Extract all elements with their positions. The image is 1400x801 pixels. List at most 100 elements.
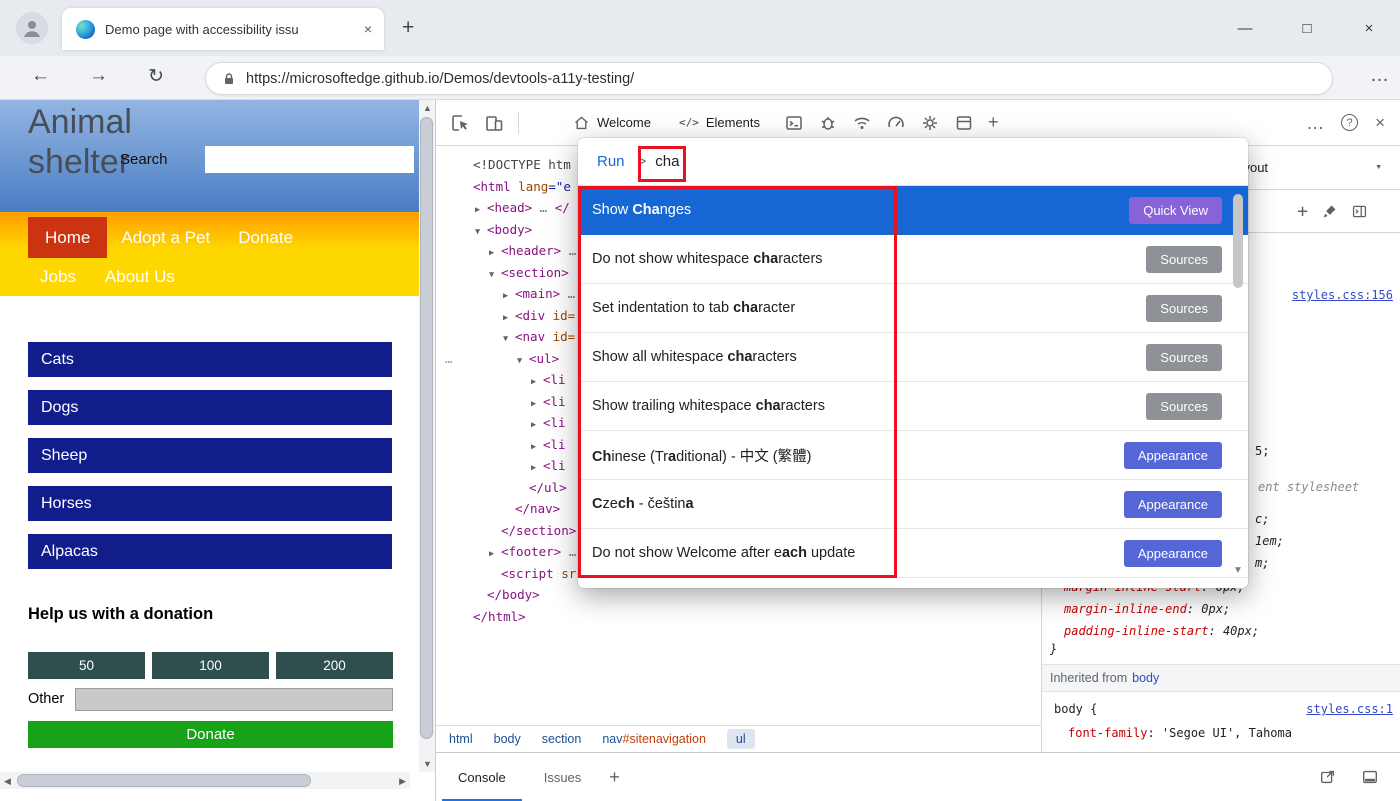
amount-button-50[interactable]: 50 (28, 652, 145, 679)
donate-button[interactable]: Donate (28, 721, 393, 748)
command-item[interactable]: Show all whitespace charactersSources (578, 333, 1248, 382)
toggle-sidebar-icon[interactable] (1351, 203, 1368, 220)
command-query-text[interactable]: cha (655, 153, 679, 170)
command-menu-scrollbar[interactable]: ▼ (1233, 186, 1243, 578)
command-item[interactable]: Show ChangesQuick View (578, 186, 1248, 235)
breadcrumb-item-nav[interactable]: nav#sitenavigation (602, 732, 706, 746)
browser-tab[interactable]: Demo page with accessibility issu × (62, 8, 384, 50)
command-item-label: Show Changes (592, 202, 1129, 218)
drawer-tab-console[interactable]: Console (442, 753, 522, 801)
scroll-up-icon[interactable]: ▲ (423, 103, 432, 113)
stylesheet-link-156[interactable]: styles.css:156 (1292, 288, 1393, 302)
command-item[interactable]: Show trailing whitespace charactersSourc… (578, 382, 1248, 431)
close-devtools-icon[interactable]: × (1375, 113, 1385, 133)
command-item[interactable]: Czech - češtinaAppearance (578, 480, 1248, 529)
category-sheep[interactable]: Sheep (28, 438, 392, 473)
help-icon[interactable]: ? (1341, 114, 1358, 131)
command-badge-appearance: Appearance (1124, 442, 1222, 469)
scroll-left-icon[interactable]: ◀ (4, 776, 11, 787)
browser-navbar: ← → ↻ https://microsoftedge.github.io/De… (0, 56, 1400, 100)
donation-amounts: 50 100 200 (28, 652, 393, 679)
forward-button[interactable]: → (89, 65, 108, 87)
node-menu-dots-icon[interactable]: … (445, 348, 453, 370)
close-window-button[interactable]: × (1338, 0, 1400, 56)
css-fragment-b: c; (1255, 512, 1269, 526)
category-dogs[interactable]: Dogs (28, 390, 392, 425)
command-badge-appearance: Appearance (1124, 540, 1222, 567)
nav-item-donate[interactable]: Donate (224, 217, 307, 258)
address-bar[interactable]: https://microsoftedge.github.io/Demos/de… (205, 62, 1333, 95)
css-fragment-a: 5; (1255, 444, 1269, 458)
command-badge-appearance: Appearance (1124, 491, 1222, 518)
scroll-down-icon[interactable]: ▼ (423, 759, 432, 769)
profile-avatar[interactable] (16, 12, 48, 44)
body-rule-property: font-family: 'Segoe UI', Tahoma (1068, 726, 1292, 740)
element-breadcrumb: html body section nav#sitenavigation ul (436, 725, 1041, 752)
amount-button-100[interactable]: 100 (152, 652, 269, 679)
dock-bottom-icon[interactable] (1361, 768, 1379, 786)
application-panel-icon[interactable] (954, 113, 974, 133)
network-panel-icon[interactable] (852, 113, 872, 133)
nav-item-jobs[interactable]: Jobs (40, 264, 76, 290)
inspect-element-icon[interactable] (450, 113, 470, 133)
bug-panel-icon[interactable] (818, 113, 838, 133)
command-item[interactable]: Set indentation to tab characterSources (578, 284, 1248, 333)
inherited-node-link[interactable]: body (1132, 671, 1159, 685)
category-horses[interactable]: Horses (28, 486, 392, 521)
command-item[interactable]: Do not show Welcome after each updateApp… (578, 529, 1248, 578)
search-input[interactable] (205, 146, 414, 173)
command-item-label: Show all whitespace characters (592, 349, 1146, 365)
maximize-button[interactable]: □ (1276, 0, 1338, 56)
page-vertical-scrollbar[interactable]: ▲ ▼ (419, 100, 435, 772)
url-text: https://microsoftedge.github.io/Demos/de… (246, 71, 634, 87)
nav-item-about-us[interactable]: About Us (105, 264, 175, 290)
vertical-scroll-thumb[interactable] (420, 117, 433, 739)
command-item-label: Show trailing whitespace characters (592, 398, 1146, 414)
minimize-button[interactable]: — (1214, 0, 1276, 56)
breadcrumb-item-ul[interactable]: ul (727, 729, 755, 749)
browser-menu-icon[interactable]: … (1370, 65, 1390, 87)
devtools-menu-icon[interactable]: … (1306, 118, 1324, 128)
other-amount-input[interactable] (75, 688, 393, 711)
drawer-more-tabs-button[interactable]: + (609, 767, 620, 788)
horizontal-scroll-thumb[interactable] (17, 774, 311, 787)
code-icon: </> (679, 116, 699, 129)
chevron-down-icon[interactable]: ▾ (1375, 160, 1382, 173)
breadcrumb-item-html[interactable]: html (449, 732, 473, 746)
command-menu-header[interactable]: Run > cha (578, 138, 1248, 186)
breadcrumb-item-section[interactable]: section (542, 732, 582, 746)
breadcrumb-item-body[interactable]: body (494, 732, 521, 746)
devtools-controls: … ? × (1306, 113, 1400, 133)
command-menu: Run > cha Show ChangesQuick ViewDo not s… (578, 138, 1248, 588)
scroll-right-icon[interactable]: ▶ (399, 776, 406, 787)
category-alpacas[interactable]: Alpacas (28, 534, 392, 569)
stylesheet-link-1[interactable]: styles.css:1 (1306, 702, 1393, 716)
command-item[interactable]: Do not show whitespace charactersSources (578, 235, 1248, 284)
dom-tree-node[interactable]: </html> (436, 606, 1041, 628)
drawer-tab-issues[interactable]: Issues (528, 753, 598, 801)
page-horizontal-scrollbar[interactable]: ◀ ▶ (0, 772, 410, 789)
other-label: Other (28, 691, 64, 707)
back-button[interactable]: ← (31, 65, 50, 87)
tab-close-icon[interactable]: × (364, 21, 372, 37)
more-tabs-button[interactable]: + (988, 112, 999, 133)
home-icon (573, 114, 590, 131)
console-panel-icon[interactable] (784, 113, 804, 133)
nav-item-adopt-a-pet[interactable]: Adopt a Pet (107, 217, 224, 258)
person-icon (20, 16, 44, 40)
refresh-button[interactable]: ↻ (148, 65, 164, 88)
new-tab-button[interactable]: + (402, 16, 414, 40)
command-scroll-down-icon[interactable]: ▼ (1233, 565, 1243, 576)
drawer-open-icon[interactable] (1319, 768, 1337, 786)
command-item[interactable]: Chinese (Traditional) - 中文 (繁體)Appearanc… (578, 431, 1248, 480)
device-toolbar-icon[interactable] (484, 113, 504, 133)
performance-panel-icon[interactable] (886, 113, 906, 133)
command-scroll-thumb[interactable] (1233, 194, 1243, 288)
category-cats[interactable]: Cats (28, 342, 392, 377)
settings-gear-icon[interactable] (920, 113, 940, 133)
brush-icon[interactable] (1321, 203, 1338, 220)
tab-elements-label: Elements (706, 115, 760, 130)
new-style-rule-button[interactable]: + (1297, 201, 1308, 222)
amount-button-200[interactable]: 200 (276, 652, 393, 679)
nav-item-home[interactable]: Home (28, 217, 107, 258)
